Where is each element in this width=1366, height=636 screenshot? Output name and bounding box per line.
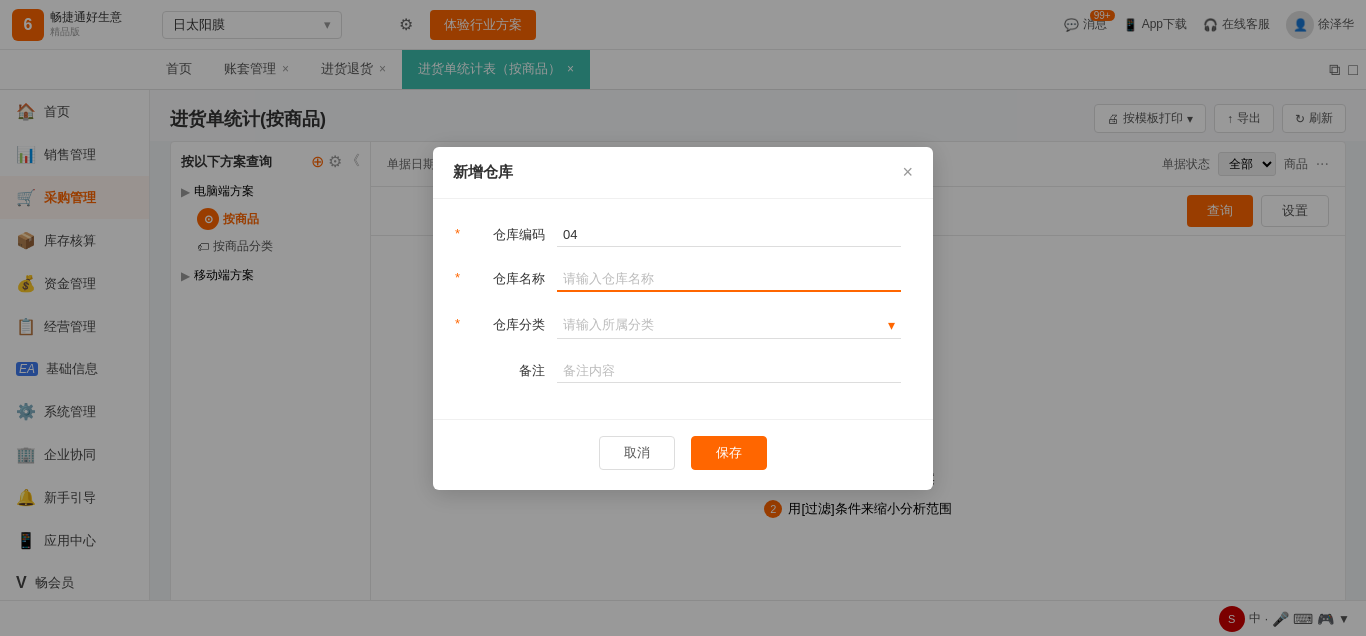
warehouse-category-select[interactable]: 请输入所属分类 ▾ bbox=[557, 312, 901, 339]
warehouse-code-input[interactable] bbox=[557, 223, 901, 247]
warehouse-name-label: 仓库名称 bbox=[465, 270, 545, 288]
warehouse-name-input[interactable] bbox=[557, 267, 901, 292]
modal-overlay: 新增仓库 × 仓库编码 仓库名称 仓库分类 请输入所属分类 ▾ bbox=[0, 0, 1366, 636]
modal-title: 新增仓库 bbox=[453, 163, 513, 182]
warehouse-name-row: 仓库名称 bbox=[465, 267, 901, 292]
save-button[interactable]: 保存 bbox=[691, 436, 767, 470]
warehouse-note-input[interactable] bbox=[557, 359, 901, 383]
modal-close-button[interactable]: × bbox=[902, 163, 913, 181]
warehouse-note-row: 备注 bbox=[465, 359, 901, 383]
new-warehouse-modal: 新增仓库 × 仓库编码 仓库名称 仓库分类 请输入所属分类 ▾ bbox=[433, 147, 933, 490]
warehouse-code-label: 仓库编码 bbox=[465, 226, 545, 244]
category-placeholder: 请输入所属分类 bbox=[563, 316, 654, 334]
cancel-button[interactable]: 取消 bbox=[599, 436, 675, 470]
modal-body: 仓库编码 仓库名称 仓库分类 请输入所属分类 ▾ 备注 bbox=[433, 199, 933, 419]
modal-footer: 取消 保存 bbox=[433, 419, 933, 490]
warehouse-note-label: 备注 bbox=[465, 362, 545, 380]
warehouse-code-row: 仓库编码 bbox=[465, 223, 901, 247]
warehouse-category-label: 仓库分类 bbox=[465, 316, 545, 334]
modal-header: 新增仓库 × bbox=[433, 147, 933, 199]
warehouse-category-row: 仓库分类 请输入所属分类 ▾ bbox=[465, 312, 901, 339]
dropdown-arrow-icon: ▾ bbox=[888, 317, 895, 333]
